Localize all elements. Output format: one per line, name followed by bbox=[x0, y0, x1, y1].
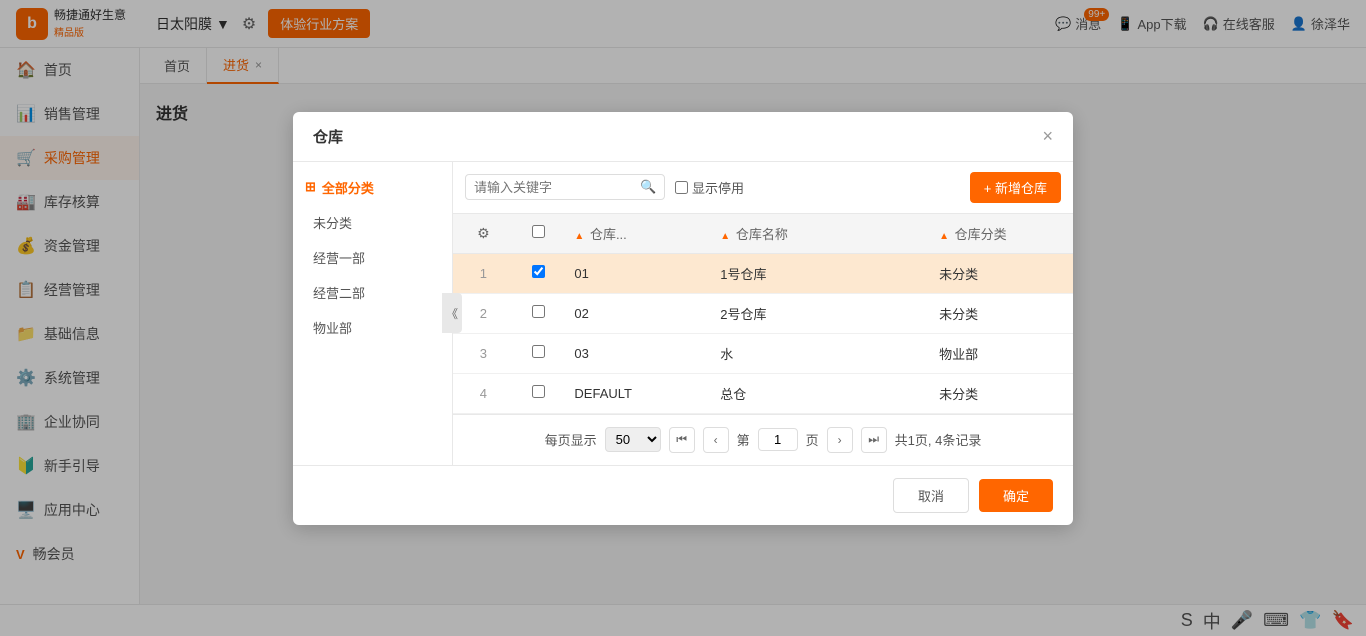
row-category: 未分类 bbox=[927, 373, 1073, 413]
modal-title: 仓库 bbox=[313, 126, 343, 147]
row-code: 01 bbox=[562, 253, 708, 293]
row-code: 03 bbox=[562, 333, 708, 373]
confirm-button[interactable]: 确定 bbox=[979, 479, 1053, 512]
category-grid-icon: ⊞ bbox=[305, 179, 316, 195]
row-checkbox bbox=[514, 333, 563, 373]
row-index: 3 bbox=[453, 333, 514, 373]
row-category: 未分类 bbox=[927, 293, 1073, 333]
row-name: 2号仓库 bbox=[708, 293, 927, 333]
row-code: 02 bbox=[562, 293, 708, 333]
th-settings: ⚙ bbox=[453, 214, 514, 254]
th-category: ▲ 仓库分类 bbox=[927, 214, 1073, 254]
table-row[interactable]: 3 03 水 物业部 bbox=[453, 333, 1073, 373]
row-checkbox bbox=[514, 373, 563, 413]
table-row[interactable]: 4 DEFAULT 总仓 未分类 bbox=[453, 373, 1073, 413]
row-name: 1号仓库 bbox=[708, 253, 927, 293]
table-row[interactable]: 2 02 2号仓库 未分类 bbox=[453, 293, 1073, 333]
row-select-checkbox[interactable] bbox=[532, 385, 545, 398]
th-code: ▲ 仓库... bbox=[562, 214, 708, 254]
add-warehouse-button[interactable]: + 新增仓库 bbox=[970, 172, 1061, 203]
row-select-checkbox[interactable] bbox=[532, 305, 545, 318]
modal-body: ⊞ 全部分类 未分类 经营一部 经营二部 物业部 《 bbox=[293, 162, 1073, 465]
toolbar-left: 🔍 显示停用 bbox=[465, 174, 744, 200]
row-category: 物业部 bbox=[927, 333, 1073, 373]
row-index: 4 bbox=[453, 373, 514, 413]
show-disabled-option: 显示停用 bbox=[675, 178, 744, 197]
modal-close-button[interactable]: × bbox=[1042, 126, 1053, 147]
total-info: 共1页, 4条记录 bbox=[895, 430, 982, 449]
warehouse-table: ⚙ ▲ 仓库... ▲ bbox=[453, 214, 1073, 414]
prev-page-button[interactable]: ‹ bbox=[703, 427, 729, 453]
table-row[interactable]: 1 01 1号仓库 未分类 bbox=[453, 253, 1073, 293]
show-disabled-checkbox[interactable] bbox=[675, 181, 688, 194]
sort-icon-name: ▲ bbox=[720, 231, 730, 242]
row-category: 未分类 bbox=[927, 253, 1073, 293]
per-page-label: 每页显示 bbox=[545, 430, 597, 449]
sort-icon-cat: ▲ bbox=[939, 231, 949, 242]
th-name: ▲ 仓库名称 bbox=[708, 214, 927, 254]
warehouse-modal: 仓库 × ⊞ 全部分类 未分类 经营一部 经营二部 bbox=[293, 112, 1073, 525]
row-index: 2 bbox=[453, 293, 514, 333]
category-all[interactable]: ⊞ 全部分类 bbox=[293, 170, 452, 205]
page-label: 第 bbox=[737, 430, 750, 449]
row-checkbox bbox=[514, 293, 563, 333]
search-icon[interactable]: 🔍 bbox=[640, 179, 656, 195]
category-item-unclassified[interactable]: 未分类 bbox=[293, 205, 452, 240]
modal-pagination: 每页显示 50 10 20 100 ⏮ ‹ 第 页 › ⏭ 共1页, 4条记录 bbox=[453, 414, 1073, 465]
modal-toolbar: 🔍 显示停用 + 新增仓库 bbox=[453, 162, 1073, 214]
category-item-ops2[interactable]: 经营二部 bbox=[293, 275, 452, 310]
last-page-button[interactable]: ⏭ bbox=[861, 427, 887, 453]
row-name: 总仓 bbox=[708, 373, 927, 413]
collapse-button[interactable]: 《 bbox=[442, 293, 462, 333]
category-item-property[interactable]: 物业部 bbox=[293, 310, 452, 345]
category-all-label: 全部分类 bbox=[322, 178, 374, 197]
content-panel: 🔍 显示停用 + 新增仓库 bbox=[453, 162, 1073, 465]
sort-icon-code: ▲ bbox=[574, 231, 584, 242]
th-checkbox bbox=[514, 214, 563, 254]
category-item-ops1[interactable]: 经营一部 bbox=[293, 240, 452, 275]
row-select-checkbox[interactable] bbox=[532, 345, 545, 358]
row-index: 1 bbox=[453, 253, 514, 293]
select-all-checkbox[interactable] bbox=[532, 225, 545, 238]
category-panel: ⊞ 全部分类 未分类 经营一部 经营二部 物业部 《 bbox=[293, 162, 453, 465]
per-page-select[interactable]: 50 10 20 100 bbox=[605, 427, 661, 452]
table-settings-icon[interactable]: ⚙ bbox=[477, 225, 490, 241]
cancel-button[interactable]: 取消 bbox=[893, 478, 969, 513]
page-suffix: 页 bbox=[806, 430, 819, 449]
modal-header: 仓库 × bbox=[293, 112, 1073, 162]
row-name: 水 bbox=[708, 333, 927, 373]
page-input[interactable] bbox=[758, 428, 798, 451]
search-input[interactable] bbox=[474, 180, 634, 195]
next-page-button[interactable]: › bbox=[827, 427, 853, 453]
modal-footer: 取消 确定 bbox=[293, 465, 1073, 525]
row-checkbox bbox=[514, 253, 563, 293]
first-page-button[interactable]: ⏮ bbox=[669, 427, 695, 453]
search-box: 🔍 bbox=[465, 174, 665, 200]
row-select-checkbox[interactable] bbox=[532, 265, 545, 278]
row-code: DEFAULT bbox=[562, 373, 708, 413]
modal-overlay: 仓库 × ⊞ 全部分类 未分类 经营一部 经营二部 bbox=[0, 0, 1366, 636]
